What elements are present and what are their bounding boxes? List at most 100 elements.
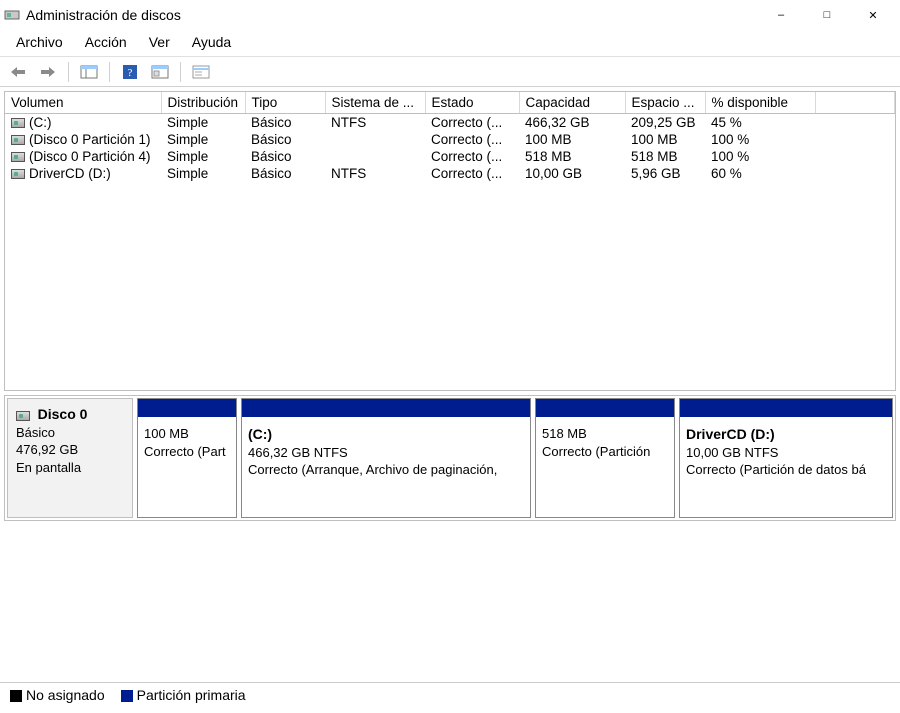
legend-bar: No asignado Partición primaria xyxy=(0,682,900,713)
disk-type: Básico xyxy=(16,425,55,440)
partition-stripe xyxy=(138,399,236,417)
menubar: Archivo Acción Ver Ayuda xyxy=(0,30,900,57)
view-button[interactable] xyxy=(189,61,213,83)
volume-type: Básico xyxy=(245,114,325,132)
help-button[interactable]: ? xyxy=(118,61,142,83)
volume-fs: NTFS xyxy=(325,114,425,132)
partition[interactable]: 100 MB Correcto (Part xyxy=(137,398,237,518)
close-button[interactable]: ✕ xyxy=(850,0,896,30)
arrow-left-icon xyxy=(9,65,27,79)
col-pct[interactable]: % disponible xyxy=(705,92,815,114)
partition-size: 100 MB xyxy=(144,426,189,441)
col-espacio[interactable]: Espacio ... xyxy=(625,92,705,114)
partition-title: DriverCD (D:) xyxy=(686,426,775,442)
table-row[interactable]: (C:)SimpleBásicoNTFSCorrecto (...466,32 … xyxy=(5,114,895,132)
table-row[interactable]: (Disco 0 Partición 4) SimpleBásico Correct… xyxy=(5,148,895,165)
volume-type: Básico xyxy=(245,131,325,148)
volume-fs xyxy=(325,148,425,165)
volume-fs: NTFS xyxy=(325,165,425,182)
volume-type: Básico xyxy=(245,148,325,165)
menu-ver[interactable]: Ver xyxy=(139,32,180,52)
toolbar-separator xyxy=(68,62,69,82)
disk-graphic-panel: Disco 0 Básico 476,92 GB En pantalla 100… xyxy=(4,395,896,521)
svg-text:?: ? xyxy=(128,67,133,79)
disk-management-app-icon xyxy=(4,7,20,23)
volume-layout: Simple xyxy=(161,114,245,132)
menu-accion[interactable]: Acción xyxy=(75,32,137,52)
volumes-table[interactable]: Volumen Distribución Tipo Sistema de ...… xyxy=(5,92,895,182)
col-tipo[interactable]: Tipo xyxy=(245,92,325,114)
volume-type: Básico xyxy=(245,165,325,182)
volume-icon xyxy=(11,152,25,162)
disk-info[interactable]: Disco 0 Básico 476,92 GB En pantalla xyxy=(7,398,133,518)
col-capacidad[interactable]: Capacidad xyxy=(519,92,625,114)
menu-archivo[interactable]: Archivo xyxy=(6,32,73,52)
table-row[interactable]: (Disco 0 Partición 1)SimpleBásicoCorrect… xyxy=(5,131,895,148)
help-icon: ? xyxy=(122,64,138,80)
col-volumen[interactable]: Volumen xyxy=(5,92,161,114)
disk-size: 476,92 GB xyxy=(16,442,78,457)
disk-icon xyxy=(16,411,30,421)
volume-pct: 45 % xyxy=(705,114,815,132)
partition[interactable]: (C:) 466,32 GB NTFS Correcto (Arranque, Ar… xyxy=(241,398,531,518)
pane-icon xyxy=(80,64,98,80)
list-icon xyxy=(192,65,210,79)
table-row[interactable]: DriverCD (D:)SimpleBásicoNTFSCorrecto (.… xyxy=(5,165,895,182)
volume-icon xyxy=(11,135,25,145)
partition-status: Correcto (Part xyxy=(144,444,226,459)
partitions-container: 100 MB Correcto (Part (C:) 466,32 GB NTFS Co… xyxy=(133,398,893,518)
legend-unallocated-label: No asignado xyxy=(26,687,105,703)
col-distribucion[interactable]: Distribución xyxy=(161,92,245,114)
window-icon xyxy=(151,64,169,80)
volume-free: 518 MB xyxy=(625,148,705,165)
settings-button[interactable] xyxy=(148,61,172,83)
volume-name: (Disco 0 Partición 4) xyxy=(29,149,151,164)
volume-icon xyxy=(11,169,25,179)
swatch-black-icon xyxy=(10,690,22,702)
volume-status: Correcto (... xyxy=(425,165,519,182)
toolbar-separator xyxy=(180,62,181,82)
partition-size: 466,32 GB NTFS xyxy=(248,445,348,460)
partition-status: Correcto (Arranque, Archivo de paginació… xyxy=(248,462,497,477)
volume-name: (C:) xyxy=(29,115,52,130)
volume-pct: 100 % xyxy=(705,131,815,148)
volume-fs xyxy=(325,131,425,148)
minimize-button[interactable]: – xyxy=(758,0,804,30)
arrow-right-icon xyxy=(39,65,57,79)
volume-layout: Simple xyxy=(161,165,245,182)
partition-stripe xyxy=(536,399,674,417)
partition[interactable]: 518 MB Correcto (Partición xyxy=(535,398,675,518)
volume-pct: 100 % xyxy=(705,148,815,165)
partition-title: (C:) xyxy=(248,426,272,442)
volume-free: 209,25 GB xyxy=(625,114,705,132)
col-sistema[interactable]: Sistema de ... xyxy=(325,92,425,114)
partition-stripe xyxy=(242,399,530,417)
volume-icon xyxy=(11,118,25,128)
menu-ayuda[interactable]: Ayuda xyxy=(182,32,241,52)
volumes-panel: Volumen Distribución Tipo Sistema de ...… xyxy=(4,91,896,391)
volume-layout: Simple xyxy=(161,131,245,148)
partition-status: Correcto (Partición de datos bá xyxy=(686,462,866,477)
partition-status: Correcto (Partición xyxy=(542,444,650,459)
show-hide-tree-button[interactable] xyxy=(77,61,101,83)
disk-name: Disco 0 xyxy=(38,406,88,422)
legend-primary: Partición primaria xyxy=(121,687,246,703)
partition-size: 518 MB xyxy=(542,426,587,441)
maximize-button[interactable]: □ xyxy=(804,0,850,30)
partition-stripe xyxy=(680,399,892,417)
partition[interactable]: DriverCD (D:)10,00 GB NTFSCorrecto (Part… xyxy=(679,398,893,518)
volume-free: 100 MB xyxy=(625,131,705,148)
swatch-navy-icon xyxy=(121,690,133,702)
volume-layout: Simple xyxy=(161,148,245,165)
toolbar-separator xyxy=(109,62,110,82)
volume-capacity: 100 MB xyxy=(519,131,625,148)
volume-status: Correcto (... xyxy=(425,131,519,148)
volume-status: Correcto (... xyxy=(425,148,519,165)
volume-free: 5,96 GB xyxy=(625,165,705,182)
disk-status: En pantalla xyxy=(16,460,81,475)
window-controls: – □ ✕ xyxy=(758,0,896,30)
col-estado[interactable]: Estado xyxy=(425,92,519,114)
forward-button[interactable] xyxy=(36,61,60,83)
back-button[interactable] xyxy=(6,61,30,83)
legend-primary-label: Partición primaria xyxy=(137,687,246,703)
